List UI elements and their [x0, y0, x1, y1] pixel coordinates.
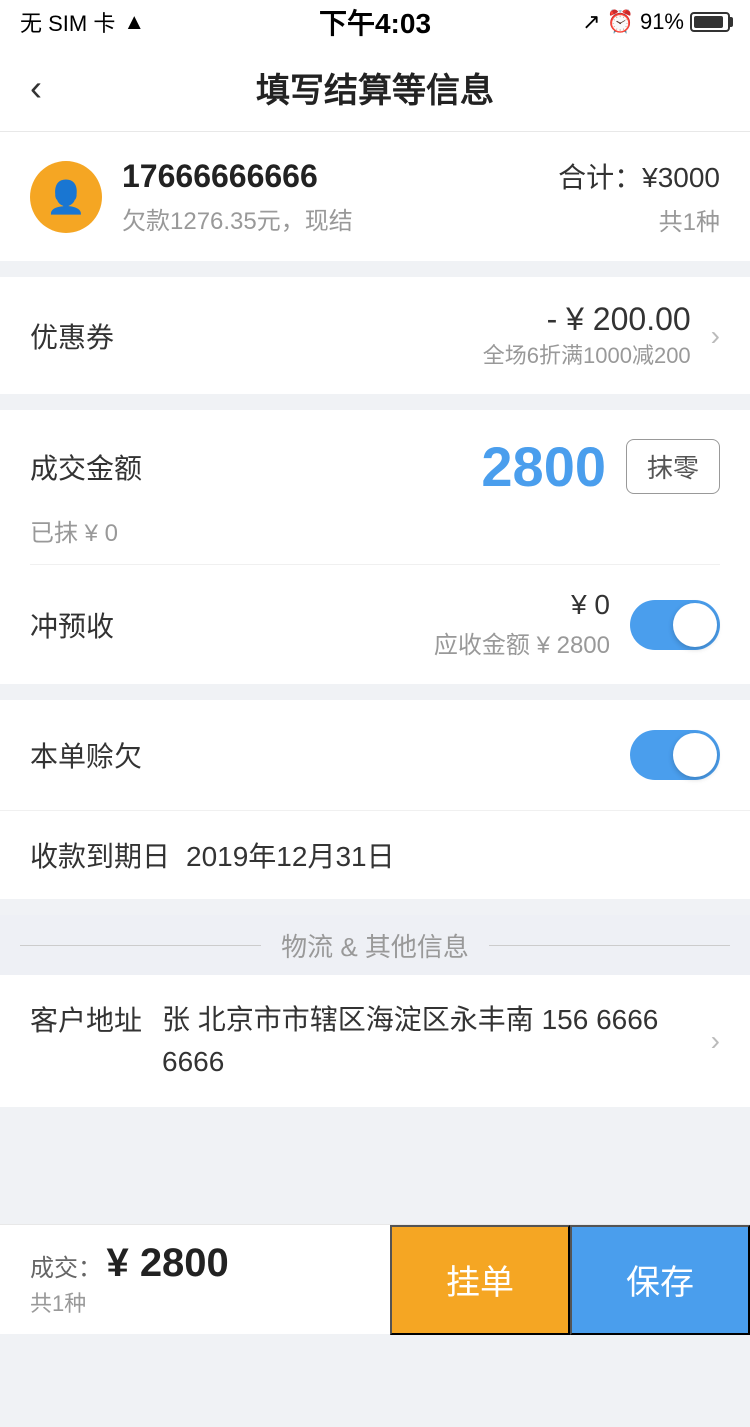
page-title: 填写结算等信息: [256, 63, 494, 112]
address-value: 张 北京市市辖区海淀区永丰南 156 6666 6666: [162, 999, 701, 1083]
status-left: 无 SIM 卡 ▲: [20, 6, 145, 38]
separator-text: 物流 & 其他信息: [281, 927, 469, 964]
bottom-info: 成交： ¥ 2800 共1种: [0, 1241, 390, 1318]
pre-receive-label: 冲预收: [30, 605, 114, 645]
customer-phone: 17666666666: [122, 158, 353, 195]
pre-receivable: 应收金额 ¥ 2800: [434, 625, 610, 660]
bottom-deal-label: 成交：: [30, 1255, 102, 1282]
nav-bar: ‹ 填写结算等信息: [0, 44, 750, 132]
debt-section: 本单赊欠 收款到期日 2019年12月31日: [0, 700, 750, 899]
due-date-label: 收款到期日: [30, 835, 170, 875]
chevron-right-icon: ›: [711, 320, 720, 352]
due-date-value: 2019年12月31日: [186, 835, 395, 875]
avatar-icon: 👤: [46, 178, 86, 216]
deal-sub: 已抹 ¥ 0: [0, 513, 750, 564]
customer-right: 合计：¥3000 共1种: [558, 156, 720, 237]
coupon-label: 优惠券: [30, 316, 114, 356]
alarm-icon: ⏰: [607, 9, 634, 35]
battery-icon: [690, 12, 730, 32]
customer-info: 17666666666 欠款1276.35元，现结: [122, 158, 353, 236]
pre-receive-right: ¥ 0 应收金额 ¥ 2800: [434, 589, 720, 660]
wifi-icon: ▲: [123, 9, 145, 35]
bottom-amount: ¥ 2800: [106, 1241, 228, 1285]
address-row[interactable]: 客户地址 张 北京市市辖区海淀区永丰南 156 6666 6666 ›: [0, 975, 750, 1107]
deal-label: 成交金额: [30, 447, 142, 487]
separator-line-left: [20, 945, 261, 946]
pre-receive-amount: ¥ 0: [434, 589, 610, 621]
deal-row: 成交金额 2800 抹零: [0, 410, 750, 523]
status-right: ↗ ⏰ 91%: [582, 9, 730, 35]
debt-label: 本单赊欠: [30, 735, 142, 775]
status-time: 下午4:03: [319, 2, 431, 42]
order-total: 合计：¥3000: [558, 156, 720, 196]
battery-percent: 91%: [640, 9, 684, 35]
bottom-deal-line: 成交： ¥ 2800: [30, 1241, 360, 1286]
deal-section: 成交金额 2800 抹零 已抹 ¥ 0 冲预收 ¥ 0 应收金额 ¥ 2800: [0, 410, 750, 684]
debt-row: 本单赊欠: [0, 700, 750, 810]
round-button[interactable]: 抹零: [626, 439, 720, 494]
coupon-right: - ¥ 200.00 全场6折满1000减200 ›: [483, 301, 720, 370]
address-label: 客户地址: [30, 999, 142, 1039]
coupon-desc: 全场6折满1000减200: [483, 338, 691, 370]
debt-toggle[interactable]: [630, 730, 720, 780]
coupon-amount: - ¥ 200.00: [483, 301, 691, 338]
address-chevron-icon: ›: [711, 1025, 720, 1057]
pre-receive-toggle[interactable]: [630, 600, 720, 650]
deal-right: 2800 抹零: [481, 434, 720, 499]
pre-receive-row: 冲预收 ¥ 0 应收金额 ¥ 2800: [0, 565, 750, 684]
pre-receive-values: ¥ 0 应收金额 ¥ 2800: [434, 589, 610, 660]
location-icon: ↗: [582, 9, 600, 35]
hang-button[interactable]: 挂单: [390, 1225, 570, 1335]
avatar: 👤: [30, 161, 102, 233]
order-count: 共1种: [558, 202, 720, 237]
customer-debt: 欠款1276.35元，现结: [122, 201, 353, 236]
coupon-row[interactable]: 优惠券 - ¥ 200.00 全场6折满1000减200 ›: [0, 277, 750, 394]
carrier-text: 无 SIM 卡: [20, 6, 115, 38]
due-date-row: 收款到期日 2019年12月31日: [0, 810, 750, 899]
coupon-info: - ¥ 200.00 全场6折满1000减200: [483, 301, 691, 370]
separator-section: 物流 & 其他信息: [0, 915, 750, 975]
bottom-count: 共1种: [30, 1286, 360, 1318]
bottom-bar: 成交： ¥ 2800 共1种 挂单 保存: [0, 1224, 750, 1334]
customer-left: 👤 17666666666 欠款1276.35元，现结: [30, 158, 353, 236]
deal-amount-value: 2800: [481, 434, 606, 499]
save-button[interactable]: 保存: [570, 1225, 750, 1335]
back-button[interactable]: ‹: [30, 67, 42, 109]
separator-line-right: [489, 945, 730, 946]
status-bar: 无 SIM 卡 ▲ 下午4:03 ↗ ⏰ 91%: [0, 0, 750, 44]
customer-card: 👤 17666666666 欠款1276.35元，现结 合计：¥3000 共1种: [0, 132, 750, 261]
